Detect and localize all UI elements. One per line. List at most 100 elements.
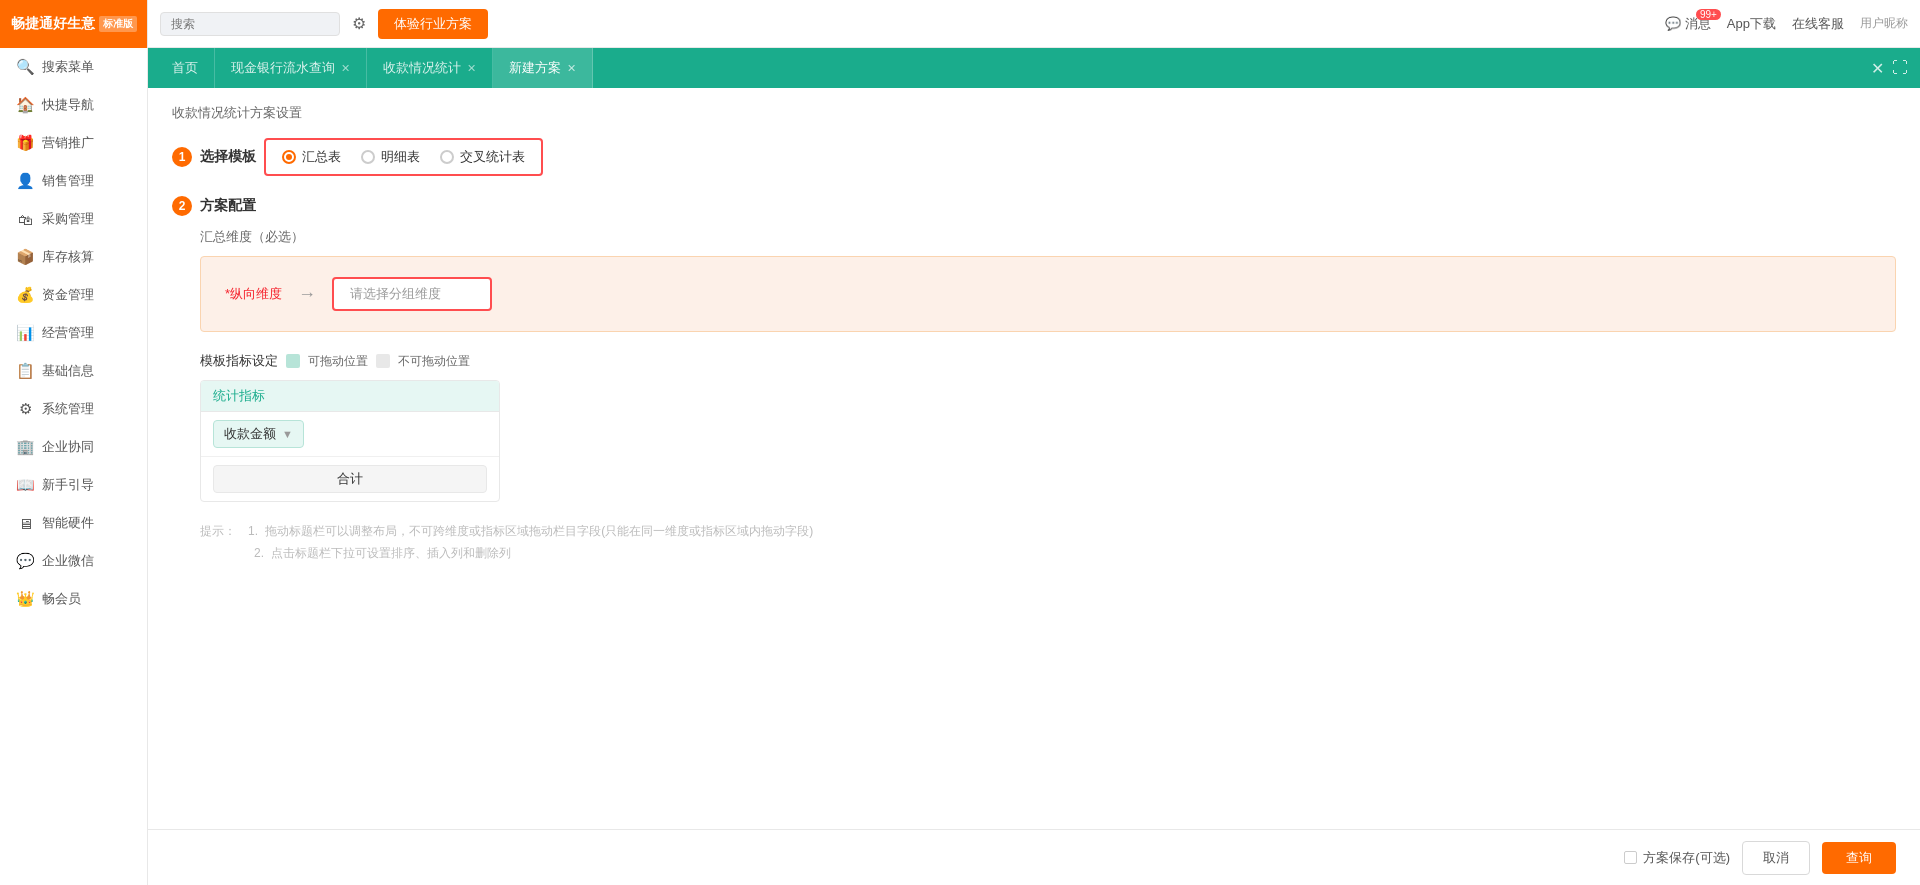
- main-area: ⚙ 体验行业方案 💬 消息 99+ App下载 在线客服 用户昵称 首页 现金银…: [148, 0, 1920, 885]
- tab-collection-close-icon[interactable]: ✕: [467, 62, 476, 75]
- trial-btn[interactable]: 体验行业方案: [378, 9, 488, 39]
- radio-summary-label: 汇总表: [302, 148, 341, 166]
- inventory-icon: 📦: [16, 248, 34, 266]
- online-support-link[interactable]: 在线客服: [1792, 15, 1844, 33]
- tab-collection-stat[interactable]: 收款情况统计 ✕: [367, 48, 493, 88]
- page-title: 收款情况统计方案设置: [172, 104, 1896, 122]
- basic-info-icon: 📋: [16, 362, 34, 380]
- tab-home[interactable]: 首页: [156, 48, 215, 88]
- metric-tag-amount[interactable]: 收款金额 ▼: [213, 420, 304, 448]
- hint-2: 2. 点击标题栏下拉可设置排序、插入列和删除列: [200, 543, 1896, 565]
- sidebar-item-label: 资金管理: [42, 286, 94, 304]
- dimension-select[interactable]: 请选择分组维度: [332, 277, 492, 311]
- tab-collection-label: 收款情况统计: [383, 59, 461, 77]
- tab-home-label: 首页: [172, 59, 198, 77]
- tab-cash-close-icon[interactable]: ✕: [341, 62, 350, 75]
- hardware-icon: 🖥: [16, 515, 34, 532]
- notification-icon: 💬: [1665, 16, 1681, 31]
- tab-expand-icon[interactable]: ⛶: [1892, 59, 1908, 77]
- sidebar-item-purchase[interactable]: 🛍 采购管理: [0, 200, 147, 238]
- save-option: 方案保存(可选): [1624, 849, 1730, 867]
- vertical-dim-label: *纵向维度: [225, 285, 282, 303]
- radio-cross-circle: [440, 150, 454, 164]
- content-area: 收款情况统计方案设置 1 选择模板 汇总表 明细表: [148, 88, 1920, 885]
- gear-icon[interactable]: ⚙: [348, 14, 370, 33]
- sidebar-item-basic-info[interactable]: 📋 基础信息: [0, 352, 147, 390]
- radio-detail-label: 明细表: [381, 148, 420, 166]
- sidebar-item-guide[interactable]: 📖 新手引导: [0, 466, 147, 504]
- step1-badge: 1: [172, 147, 192, 167]
- purchase-icon: 🛍: [16, 211, 34, 228]
- step1-header: 1 选择模板 汇总表 明细表 交叉统计表: [172, 138, 1896, 176]
- sidebar-item-enterprise[interactable]: 🏢 企业协同: [0, 428, 147, 466]
- finance-icon: 💰: [16, 286, 34, 304]
- query-button[interactable]: 查询: [1822, 842, 1896, 874]
- hint-1: 提示： 1. 拖动标题栏可以调整布局，不可跨维度或指标区域拖动栏目字段(只能在同…: [200, 521, 1896, 543]
- sidebar-item-label: 库存核算: [42, 248, 94, 266]
- metrics-section: 模板指标设定 可拖动位置 不可拖动位置 统计指标: [200, 352, 1896, 564]
- guide-icon: 📖: [16, 476, 34, 494]
- app-download-link[interactable]: App下载: [1727, 15, 1776, 33]
- sidebar: 畅捷通好生意 标准版 🔍 搜索菜单 🏠 快捷导航 🎁 营销推广 👤 销售管理 🛍…: [0, 0, 148, 885]
- sidebar-item-label: 搜索菜单: [42, 58, 94, 76]
- template-selector: 汇总表 明细表 交叉统计表: [264, 138, 543, 176]
- sidebar-item-search-menu[interactable]: 🔍 搜索菜单: [0, 48, 147, 86]
- sidebar-item-label: 智能硬件: [42, 514, 94, 532]
- save-checkbox[interactable]: [1624, 851, 1637, 864]
- radio-cross[interactable]: 交叉统计表: [440, 148, 525, 166]
- notification-btn[interactable]: 💬 消息 99+: [1665, 15, 1711, 33]
- top-bar: ⚙ 体验行业方案 💬 消息 99+ App下载 在线客服 用户昵称: [148, 0, 1920, 48]
- sidebar-item-finance[interactable]: 💰 资金管理: [0, 276, 147, 314]
- sidebar-item-sales[interactable]: 👤 销售管理: [0, 162, 147, 200]
- radio-detail[interactable]: 明细表: [361, 148, 420, 166]
- tab-new-plan-close-icon[interactable]: ✕: [567, 62, 576, 75]
- tab-bar-actions: ✕ ⛶: [1871, 48, 1912, 88]
- hints-section: 提示： 1. 拖动标题栏可以调整布局，不可跨维度或指标区域拖动栏目字段(只能在同…: [200, 521, 1896, 564]
- sidebar-item-quick-nav[interactable]: 🏠 快捷导航: [0, 86, 147, 124]
- wechat-icon: 💬: [16, 552, 34, 570]
- sidebar-item-system[interactable]: ⚙ 系统管理: [0, 390, 147, 428]
- top-bar-right: 💬 消息 99+ App下载 在线客服 用户昵称: [1665, 15, 1908, 33]
- user-name: 用户昵称: [1860, 15, 1908, 32]
- step2-title: 方案配置: [200, 197, 256, 215]
- sidebar-item-label: 经营管理: [42, 324, 94, 342]
- sidebar-item-vip[interactable]: 👑 畅会员: [0, 580, 147, 618]
- sidebar-item-marketing[interactable]: 🎁 营销推广: [0, 124, 147, 162]
- tab-cash-query[interactable]: 现金银行流水查询 ✕: [215, 48, 367, 88]
- sidebar-item-label: 系统管理: [42, 400, 94, 418]
- logo: 畅捷通好生意 标准版: [0, 0, 147, 48]
- draggable-indicator: [286, 354, 300, 368]
- operation-icon: 📊: [16, 324, 34, 342]
- enterprise-icon: 🏢: [16, 438, 34, 456]
- tab-bar: 首页 现金银行流水查询 ✕ 收款情况统计 ✕ 新建方案 ✕ ✕ ⛶: [148, 48, 1920, 88]
- notification-badge: 99+: [1696, 9, 1721, 20]
- marketing-icon: 🎁: [16, 134, 34, 152]
- sidebar-item-wechat[interactable]: 💬 企业微信: [0, 542, 147, 580]
- non-draggable-label: 不可拖动位置: [398, 353, 470, 370]
- search-menu-icon: 🔍: [16, 58, 34, 76]
- sidebar-item-label: 基础信息: [42, 362, 94, 380]
- radio-summary[interactable]: 汇总表: [282, 148, 341, 166]
- dimension-arrow-icon: →: [298, 284, 316, 305]
- draggable-label: 可拖动位置: [308, 353, 368, 370]
- bottom-bar: 方案保存(可选) 取消 查询: [148, 829, 1920, 885]
- dimension-row: *纵向维度 → 请选择分组维度: [225, 277, 1871, 311]
- search-input[interactable]: [160, 12, 340, 36]
- radio-detail-circle: [361, 150, 375, 164]
- sidebar-item-operation[interactable]: 📊 经营管理: [0, 314, 147, 352]
- cancel-button[interactable]: 取消: [1742, 841, 1810, 875]
- quick-nav-icon: 🏠: [16, 96, 34, 114]
- logo-text: 畅捷通好生意: [11, 15, 95, 33]
- tab-new-plan-label: 新建方案: [509, 59, 561, 77]
- tab-close-all-icon[interactable]: ✕: [1871, 59, 1884, 78]
- page-content: 收款情况统计方案设置 1 选择模板 汇总表 明细表: [148, 88, 1920, 885]
- hint-2-text: 点击标题栏下拉可设置排序、插入列和删除列: [271, 546, 511, 560]
- stats-label: 统计指标: [213, 388, 265, 403]
- step2-header: 2 方案配置: [172, 196, 1896, 216]
- tab-new-plan[interactable]: 新建方案 ✕: [493, 48, 593, 88]
- sidebar-item-hardware[interactable]: 🖥 智能硬件: [0, 504, 147, 542]
- step2-badge: 2: [172, 196, 192, 216]
- step1-section: 1 选择模板 汇总表 明细表 交叉统计表: [172, 138, 1896, 176]
- sidebar-item-inventory[interactable]: 📦 库存核算: [0, 238, 147, 276]
- dimension-area: *纵向维度 → 请选择分组维度: [200, 256, 1896, 332]
